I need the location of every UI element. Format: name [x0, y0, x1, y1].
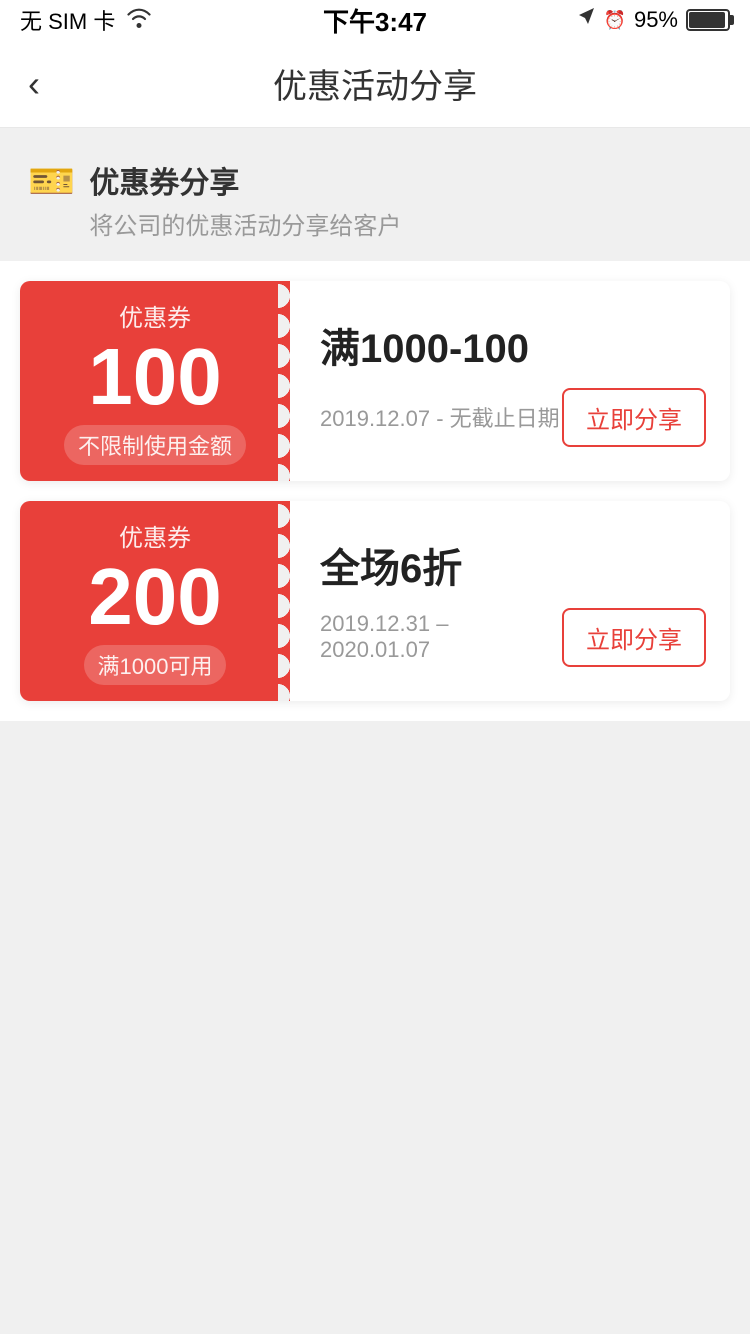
coupon-right-1: 全场6折 2019.12.31 – 2020.01.07 立即分享	[290, 501, 730, 701]
battery-icon	[686, 9, 730, 31]
alarm-icon: ⏰	[604, 10, 626, 31]
coupon-condition-1: 满1000可用	[84, 645, 227, 685]
coupon-label-0: 优惠券	[119, 298, 191, 333]
coupon-value-1: 200	[88, 557, 221, 637]
section-title: 优惠券分享	[89, 158, 401, 202]
carrier-label: 无 SIM 卡	[20, 4, 115, 36]
status-time: 下午3:47	[323, 2, 427, 39]
share-button-0[interactable]: 立即分享	[562, 388, 706, 447]
coupon-name-0: 满1000-100	[320, 316, 706, 374]
coupon-card-1: 优惠券 200 满1000可用 全场6折 2019.12.31 – 2020.0…	[20, 501, 730, 701]
coupon-value-0: 100	[88, 337, 221, 417]
status-right: ⏰ 95%	[578, 6, 730, 34]
coupon-right-0: 满1000-100 2019.12.07 - 无截止日期 立即分享	[290, 281, 730, 481]
coupon-label-1: 优惠券	[119, 518, 191, 553]
coupon-name-1: 全场6折	[320, 536, 706, 594]
section-subtitle: 将公司的优惠活动分享给客户	[89, 206, 401, 241]
back-button[interactable]: ‹	[28, 63, 40, 105]
coupon-bottom-0: 2019.12.07 - 无截止日期 立即分享	[320, 388, 706, 447]
coupon-card-0: 优惠券 100 不限制使用金额 满1000-100 2019.12.07 - 无…	[20, 281, 730, 481]
coupon-date-0: 2019.12.07 - 无截止日期	[320, 401, 560, 433]
coupon-section-icon: 🎫	[28, 160, 75, 204]
status-left: 无 SIM 卡	[20, 4, 153, 36]
coupon-bottom-1: 2019.12.31 – 2020.01.07 立即分享	[320, 608, 706, 667]
coupon-left-0: 优惠券 100 不限制使用金额	[20, 281, 290, 481]
location-icon	[578, 6, 596, 34]
empty-area	[0, 721, 750, 1321]
section-text: 优惠券分享 将公司的优惠活动分享给客户	[89, 158, 401, 241]
wifi-icon	[125, 6, 153, 34]
section-header: 🎫 优惠券分享 将公司的优惠活动分享给客户	[0, 128, 750, 261]
coupon-date-1: 2019.12.31 – 2020.01.07	[320, 611, 562, 663]
coupon-left-1: 优惠券 200 满1000可用	[20, 501, 290, 701]
status-bar: 无 SIM 卡 下午3:47 ⏰ 95%	[0, 0, 750, 40]
page-title: 优惠活动分享	[273, 59, 477, 108]
coupon-condition-0: 不限制使用金额	[64, 425, 246, 465]
nav-bar: ‹ 优惠活动分享	[0, 40, 750, 128]
battery-percent: 95%	[634, 7, 678, 33]
coupon-list: 优惠券 100 不限制使用金额 满1000-100 2019.12.07 - 无…	[0, 261, 750, 721]
share-button-1[interactable]: 立即分享	[562, 608, 706, 667]
